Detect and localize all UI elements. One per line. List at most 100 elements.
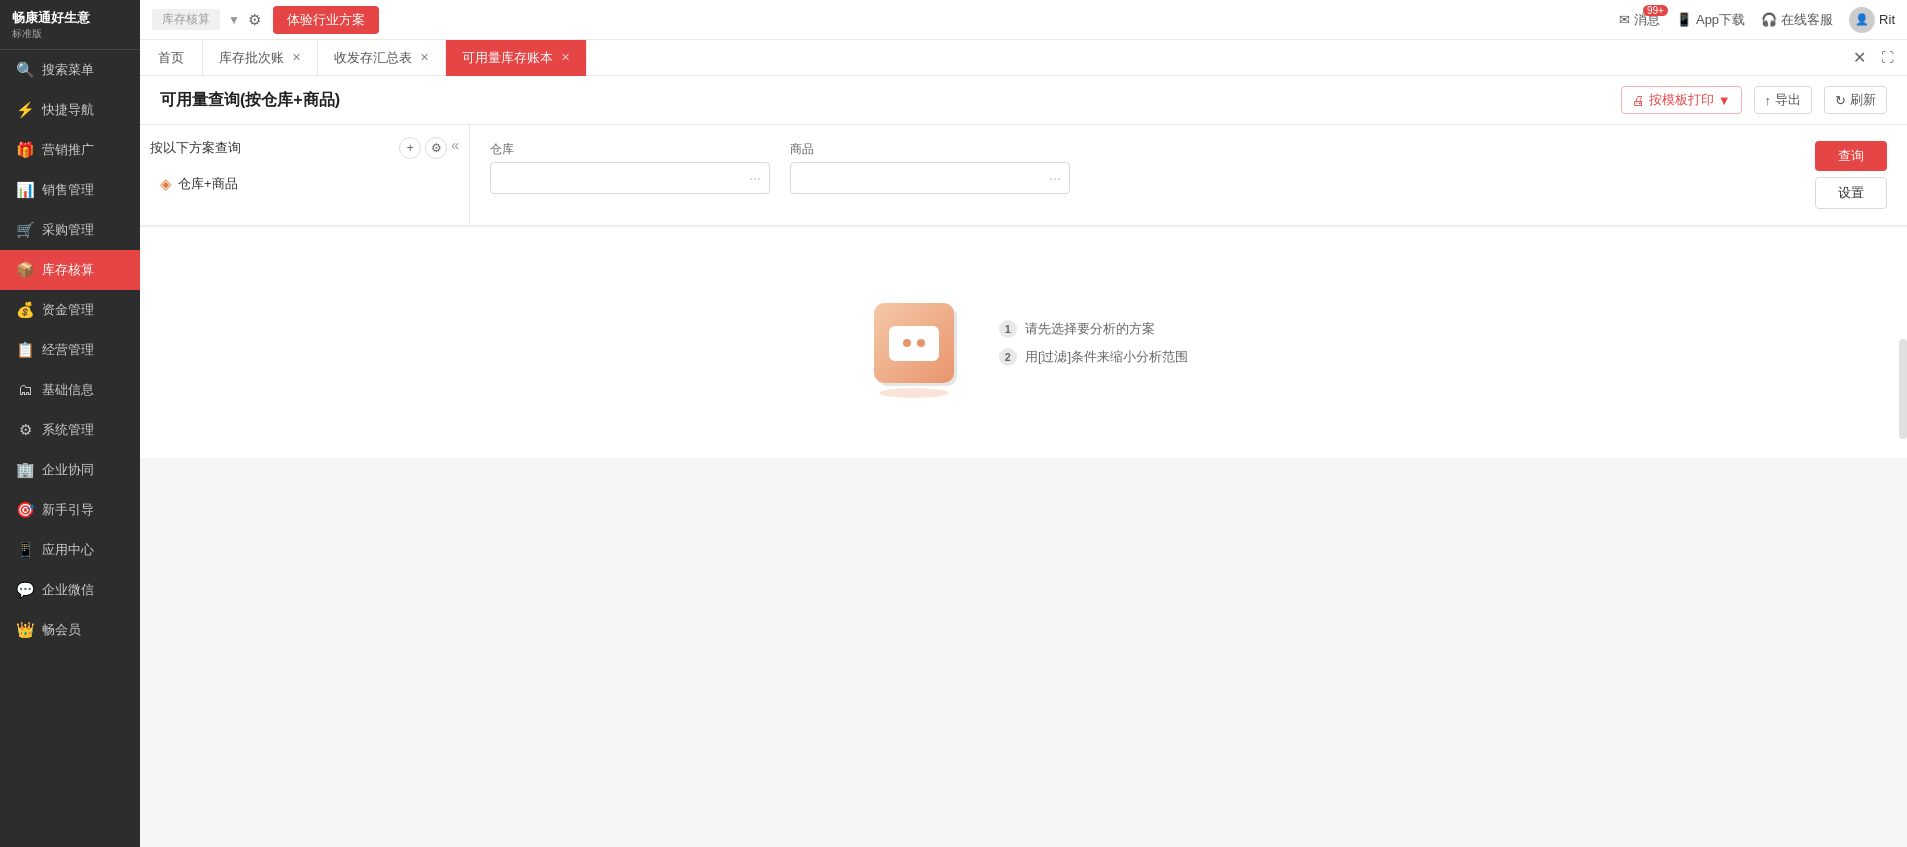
sidebar-item-label: 库存核算 [42,261,94,279]
warehouse-input[interactable] [499,171,749,186]
filter-fields: 仓库 ··· 商品 ··· 查询 设置 [470,125,1907,225]
sidebar-item-label: 快捷导航 [42,101,94,119]
collapse-panel-icon[interactable]: « [451,137,459,159]
tabbar: 首页 库存批次账 ✕ 收发存汇总表 ✕ 可用量库存账本 ✕ ✕ ⛶ [140,40,1907,76]
online-service-label: 在线客服 [1781,11,1833,29]
sidebar-item-search[interactable]: 🔍 搜索菜单 [0,50,140,90]
refresh-icon: ↻ [1835,93,1846,108]
tab-batch-account[interactable]: 库存批次账 ✕ [203,40,318,76]
product-input[interactable] [799,171,1049,186]
message-button[interactable]: ✉ 消息 99+ [1619,11,1660,29]
avatar-placeholder: 👤 [1855,13,1869,26]
sidebar-item-label: 经营管理 [42,341,94,359]
sidebar-item-sales[interactable]: 📊 销售管理 [0,170,140,210]
sidebar-item-label: 销售管理 [42,181,94,199]
crown-icon: 👑 [16,621,34,639]
sidebar-item-finance[interactable]: 💰 资金管理 [0,290,140,330]
edit-scheme-button[interactable]: ⚙ [425,137,447,159]
empty-step-1: 1 请先选择要分析的方案 [999,320,1188,338]
tabbar-actions: ✕ ⛶ [1847,46,1907,70]
step-2-text: 用[过滤]条件来缩小分析范围 [1025,348,1188,366]
sidebar-item-basic-info[interactable]: 🗂 基础信息 [0,370,140,410]
step-1-number: 1 [999,320,1017,338]
sidebar-item-operations[interactable]: 📋 经营管理 [0,330,140,370]
sidebar-item-wechat[interactable]: 💬 企业微信 [0,570,140,610]
right-scrollbar[interactable] [1899,339,1907,439]
product-more-icon[interactable]: ··· [1049,170,1061,186]
username: Rit [1879,12,1895,27]
sidebar-item-enterprise[interactable]: 🏢 企业协同 [0,450,140,490]
dropdown-arrow-icon[interactable]: ▼ [228,13,240,27]
page-header: 可用量查询(按仓库+商品) 🖨 按模板打印 ▼ ↑ 导出 ↻ 刷新 [140,76,1907,125]
refresh-button[interactable]: ↻ 刷新 [1824,86,1887,114]
print-dropdown-icon[interactable]: ▼ [1718,93,1731,108]
warehouse-more-icon[interactable]: ··· [749,170,761,186]
tab-available-ledger-close-icon[interactable]: ✕ [561,51,570,64]
clipboard-icon: 📋 [16,341,34,359]
tab-close-all-button[interactable]: ✕ [1847,46,1871,70]
breadcrumb: 库存核算 [152,9,220,30]
robot-box-icon [874,303,954,383]
mobile-icon: 📱 [16,541,34,559]
target-icon: 🎯 [16,501,34,519]
print-button[interactable]: 🖨 按模板打印 ▼ [1621,86,1742,114]
product-input-wrap: ··· [790,162,1070,194]
filter-scheme-panel: 按以下方案查询 + ⚙ « ◈ 仓库+商品 [140,125,470,225]
filter-scheme-actions: + ⚙ « [399,137,459,159]
tab-expand-button[interactable]: ⛶ [1875,46,1899,70]
warehouse-field-label: 仓库 [490,141,770,158]
sidebar-item-system[interactable]: ⚙ 系统管理 [0,410,140,450]
sidebar-item-label: 营销推广 [42,141,94,159]
app-name: 畅康通好生意 [12,10,128,27]
sidebar: 畅康通好生意 标准版 🔍 搜索菜单 ⚡ 快捷导航 🎁 营销推广 📊 销售管理 🛒… [0,0,140,847]
warehouse-input-wrap: ··· [490,162,770,194]
sidebar-item-label: 企业协同 [42,461,94,479]
page-title: 可用量查询(按仓库+商品) [160,90,340,111]
sidebar-item-newbie[interactable]: 🎯 新手引导 [0,490,140,530]
sidebar-item-label: 资金管理 [42,301,94,319]
sidebar-item-label: 企业微信 [42,581,94,599]
sidebar-item-app-center[interactable]: 📱 应用中心 [0,530,140,570]
add-scheme-button[interactable]: + [399,137,421,159]
sidebar-item-shortcut[interactable]: ⚡ 快捷导航 [0,90,140,130]
user-profile[interactable]: 👤 Rit [1849,7,1895,33]
sidebar-item-marketing[interactable]: 🎁 营销推广 [0,130,140,170]
tab-home[interactable]: 首页 [140,40,203,76]
print-label: 按模板打印 [1649,91,1714,109]
tab-available-ledger[interactable]: 可用量库存账本 ✕ [446,40,587,76]
empty-state-inner: 1 请先选择要分析的方案 2 用[过滤]条件来缩小分析范围 [859,288,1188,398]
sidebar-item-inventory[interactable]: 📦 库存核算 [0,250,140,290]
sidebar-item-purchase[interactable]: 🛒 采购管理 [0,210,140,250]
sidebar-item-label: 搜索菜单 [42,61,94,79]
filter-field-product: 商品 ··· [790,141,1070,194]
tab-available-ledger-label: 可用量库存账本 [462,49,553,67]
message-icon: ✉ [1619,12,1630,27]
sidebar-item-label: 采购管理 [42,221,94,239]
avatar: 👤 [1849,7,1875,33]
app-version: 标准版 [12,27,128,41]
building-icon: 🏢 [16,461,34,479]
tab-collection-summary[interactable]: 收发存汇总表 ✕ [318,40,446,76]
box-icon: 📦 [16,261,34,279]
tab-batch-account-close-icon[interactable]: ✕ [292,51,301,64]
online-service-button[interactable]: 🎧 在线客服 [1761,11,1833,29]
scheme-item-warehouse-product[interactable]: ◈ 仓库+商品 [150,169,459,199]
settings-icon[interactable]: ⚙ [248,11,261,29]
filter-field-warehouse: 仓库 ··· [490,141,770,194]
sidebar-item-member[interactable]: 👑 畅会员 [0,610,140,650]
chart-icon: 📊 [16,181,34,199]
sidebar-item-label: 应用中心 [42,541,94,559]
filter-actions: 查询 设置 [1815,141,1887,209]
industry-solution-button[interactable]: 体验行业方案 [273,6,379,34]
headset-icon: 🎧 [1761,12,1777,27]
export-button[interactable]: ↑ 导出 [1754,86,1813,114]
app-download-button[interactable]: 📱 App下载 [1676,11,1745,29]
empty-illustration [859,288,969,398]
mobile-download-icon: 📱 [1676,12,1692,27]
robot-shadow [879,388,949,398]
content-area: 可用量查询(按仓库+商品) 🖨 按模板打印 ▼ ↑ 导出 ↻ 刷新 [140,76,1907,847]
settings-button[interactable]: 设置 [1815,177,1887,209]
topbar-right: ✉ 消息 99+ 📱 App下载 🎧 在线客服 👤 Rit [1619,7,1895,33]
query-button[interactable]: 查询 [1815,141,1887,171]
tab-collection-summary-close-icon[interactable]: ✕ [420,51,429,64]
